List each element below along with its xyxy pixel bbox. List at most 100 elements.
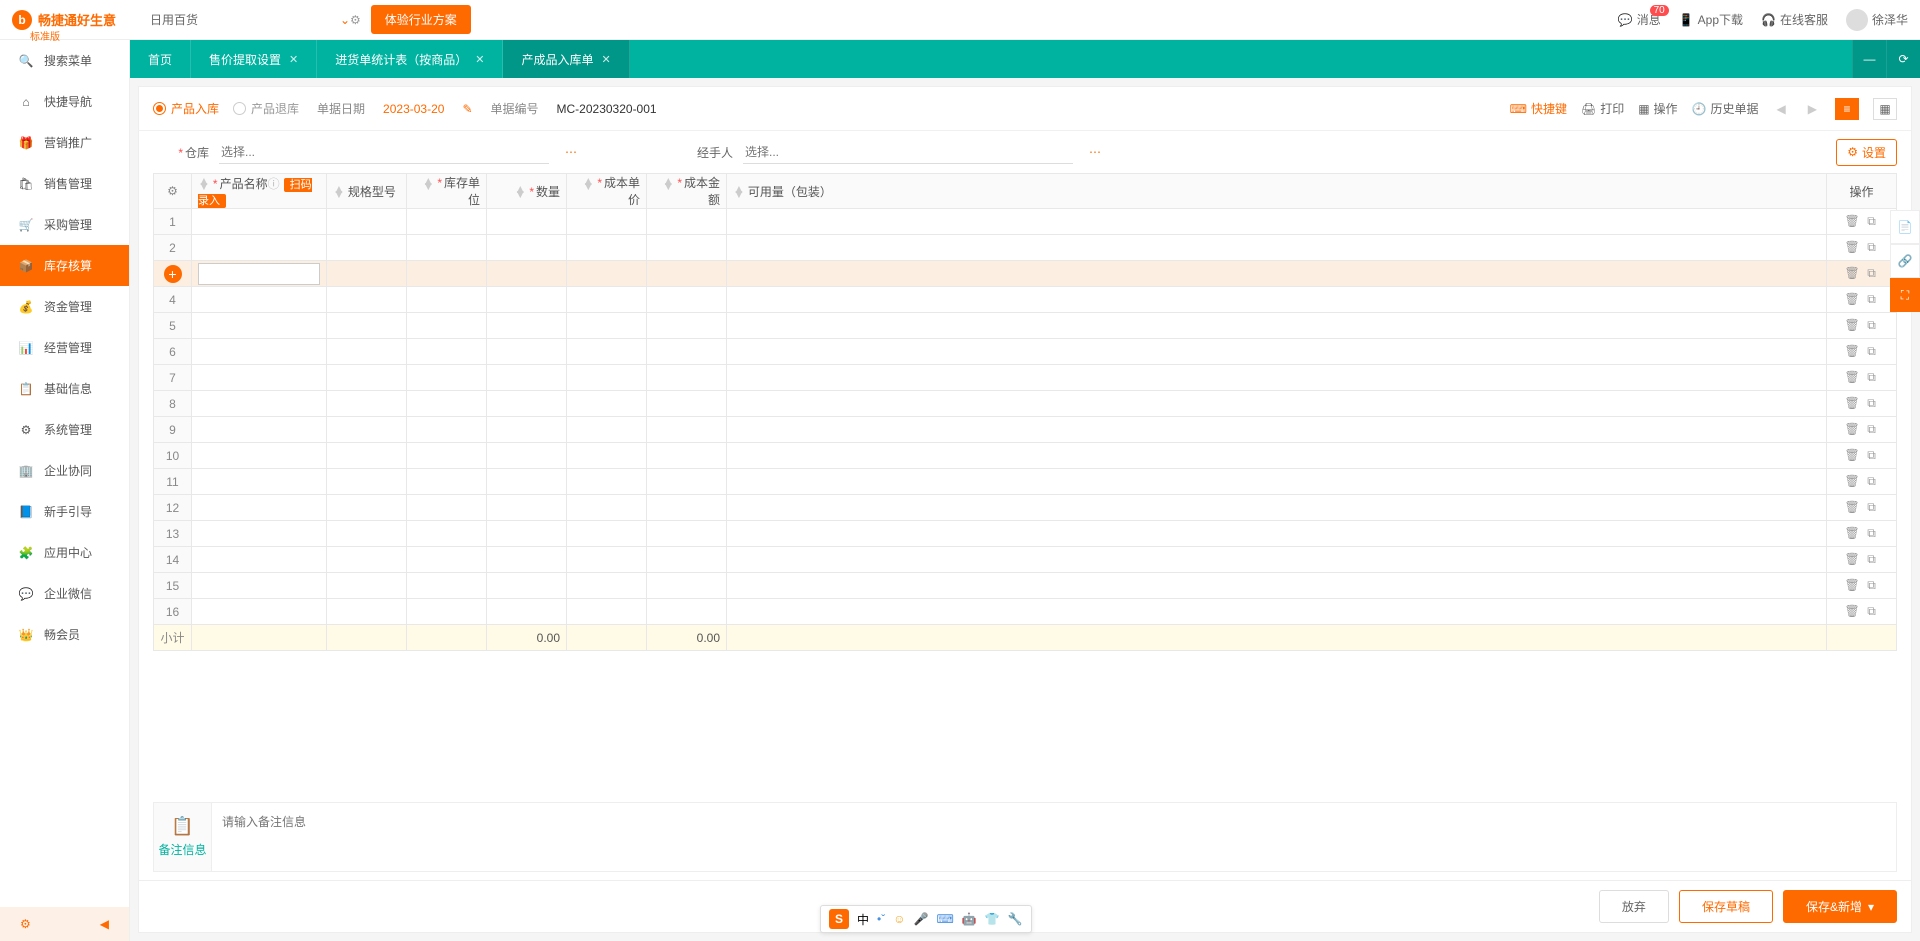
table-row[interactable]: 5🗑⧉ [154,313,1897,339]
next-arrow[interactable]: ▶ [1804,102,1821,116]
ime-robot-icon[interactable]: 🤖 [962,912,977,926]
copy-icon[interactable]: ⧉ [1865,422,1879,437]
delete-icon[interactable]: 🗑 [1845,240,1859,254]
delete-icon[interactable]: 🗑 [1845,292,1859,306]
settings-icon[interactable]: ⚙ [20,917,31,931]
product-name-input[interactable] [198,263,320,285]
delete-icon[interactable]: 🗑 [1845,526,1859,540]
ime-smile-icon[interactable]: ☺ [893,912,905,926]
copy-icon[interactable]: ⧉ [1865,344,1879,359]
remarks-tab[interactable]: 📋 备注信息 [154,803,212,871]
col-price[interactable]: ▲▼*成本单价 [567,174,647,209]
col-amount[interactable]: ▲▼*成本金额 [647,174,727,209]
settings-button[interactable]: ⚙设置 [1836,139,1897,166]
close-icon[interactable]: ✕ [289,53,298,66]
side-tool-3[interactable]: ⛶ [1890,278,1920,312]
tab-2[interactable]: 进货单统计表（按商品）✕ [317,40,503,78]
table-row[interactable]: 12🗑⧉ [154,495,1897,521]
delete-icon[interactable]: 🗑 [1845,214,1859,228]
remarks-input[interactable] [212,803,1896,871]
ime-dot-icon[interactable]: •ˇ [877,912,885,926]
delete-icon[interactable]: 🗑 [1845,474,1859,488]
copy-icon[interactable]: ⧉ [1865,214,1879,229]
table-row[interactable]: 7🗑⧉ [154,365,1897,391]
date-value[interactable]: 2023-03-20 [383,102,444,116]
table-row[interactable]: 8🗑⧉ [154,391,1897,417]
sidebar-item-3[interactable]: 🛍销售管理 [0,163,129,204]
table-row[interactable]: 13🗑⧉ [154,521,1897,547]
copy-icon[interactable]: ⧉ [1865,370,1879,385]
copy-icon[interactable]: ⧉ [1865,500,1879,515]
copy-icon[interactable]: ⧉ [1865,396,1879,411]
copy-icon[interactable]: ⧉ [1865,240,1879,255]
print-link[interactable]: 🖨打印 [1581,100,1624,117]
table-row[interactable]: + 🗑 ⧉ [154,261,1897,287]
delete-icon[interactable]: 🗑 [1845,578,1859,592]
col-unit[interactable]: ▲▼*库存单位 [407,174,487,209]
delete-icon[interactable]: 🗑 [1845,604,1859,618]
sidebar-item-10[interactable]: 🏢企业协同 [0,450,129,491]
hotkey-link[interactable]: ⌨快捷键 [1510,100,1567,117]
tab-refresh[interactable]: ⟳ [1886,40,1920,78]
table-row[interactable]: 16🗑⧉ [154,599,1897,625]
delete-icon[interactable]: 🗑 [1845,552,1859,566]
prev-arrow[interactable]: ◀ [1773,102,1790,116]
operate-link[interactable]: ▦操作 [1638,100,1677,117]
sidebar-item-12[interactable]: 🧩应用中心 [0,532,129,573]
ime-bar[interactable]: S 中 •ˇ ☺ 🎤 ⌨ 🤖 👕 🔧 [820,905,1032,933]
sidebar-item-14[interactable]: 👑畅会员 [0,614,129,655]
table-row[interactable]: 6🗑⧉ [154,339,1897,365]
tab-1[interactable]: 售价提取设置✕ [191,40,317,78]
table-row[interactable]: 9🗑⧉ [154,417,1897,443]
delete-icon[interactable]: 🗑 [1845,318,1859,332]
col-config[interactable]: ⚙ [154,174,192,209]
delete-icon[interactable]: 🗑 [1845,266,1859,280]
delete-icon[interactable]: 🗑 [1845,448,1859,462]
tab-0[interactable]: 首页 [130,40,191,78]
sidebar-item-7[interactable]: 📊经营管理 [0,327,129,368]
copy-icon[interactable]: ⧉ [1865,266,1879,281]
sidebar-item-13[interactable]: 💬企业微信 [0,573,129,614]
tab-minimize[interactable]: — [1852,40,1886,78]
ime-shirt-icon[interactable]: 👕 [985,912,1000,926]
table-row[interactable]: 14🗑⧉ [154,547,1897,573]
warehouse-more-icon[interactable]: ⋯ [565,145,577,159]
side-tool-2[interactable]: 🔗 [1890,244,1920,278]
sidebar-item-2[interactable]: 🎁营销推广 [0,122,129,163]
side-tool-1[interactable]: 📄 [1890,210,1920,244]
ime-keyboard-icon[interactable]: ⌨ [936,912,953,926]
sidebar-item-8[interactable]: 📋基础信息 [0,368,129,409]
sidebar-item-9[interactable]: ⚙系统管理 [0,409,129,450]
add-row-icon[interactable]: + [164,265,182,283]
table-row[interactable]: 2🗑⧉ [154,235,1897,261]
delete-icon[interactable]: 🗑 [1845,344,1859,358]
ime-mic-icon[interactable]: 🎤 [913,912,928,926]
ime-lang[interactable]: 中 [857,911,869,928]
handler-input[interactable] [743,141,1073,164]
table-row[interactable]: 11🗑⧉ [154,469,1897,495]
copy-icon[interactable]: ⧉ [1865,318,1879,333]
sidebar-item-1[interactable]: ⌂快捷导航 [0,81,129,122]
copy-icon[interactable]: ⧉ [1865,474,1879,489]
save-new-button[interactable]: 保存&新增▾ [1783,890,1897,923]
history-link[interactable]: 🕘历史单据 [1692,100,1759,117]
radio-product-out[interactable]: 产品退库 [233,100,299,117]
table-row[interactable]: 15🗑⧉ [154,573,1897,599]
copy-icon[interactable]: ⧉ [1865,552,1879,567]
delete-icon[interactable]: 🗑 [1845,396,1859,410]
copy-icon[interactable]: ⧉ [1865,526,1879,541]
view-list[interactable]: ≡ [1835,98,1859,120]
sidebar-item-4[interactable]: 🛒采购管理 [0,204,129,245]
sidebar-item-0[interactable]: 🔍搜索菜单 [0,40,129,81]
gear-icon[interactable]: ⚙ [350,13,361,27]
copy-icon[interactable]: ⧉ [1865,578,1879,593]
table-row[interactable]: 1🗑⧉ [154,209,1897,235]
delete-icon[interactable]: 🗑 [1845,422,1859,436]
sidebar-item-11[interactable]: 📘新手引导 [0,491,129,532]
table-row[interactable]: 10🗑⧉ [154,443,1897,469]
delete-icon[interactable]: 🗑 [1845,370,1859,384]
radio-product-in[interactable]: 产品入库 [153,100,219,117]
sidebar-item-5[interactable]: 📦库存核算 [0,245,129,286]
cta-button[interactable]: 体验行业方案 [371,5,471,34]
handler-more-icon[interactable]: ⋯ [1089,145,1101,159]
